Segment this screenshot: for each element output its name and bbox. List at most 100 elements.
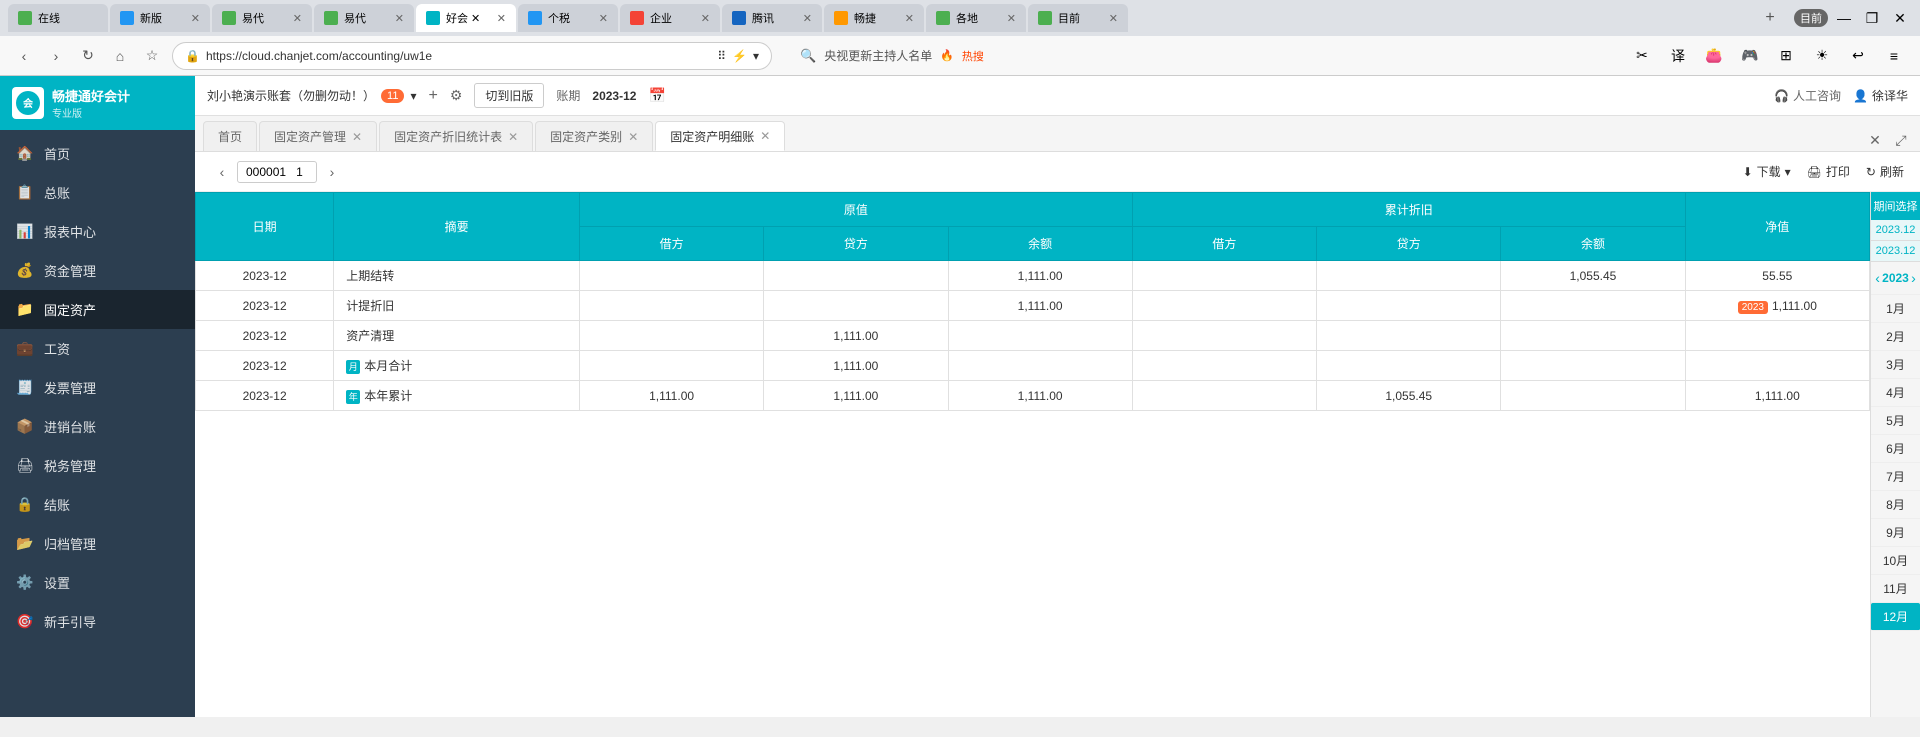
account-selector[interactable]: 刘小艳演示账套（勿删勿动！） 11 ▾: [207, 87, 416, 104]
cell-accum-debit-0: [1132, 261, 1316, 291]
browser-tab-5[interactable]: 个税✕: [518, 4, 618, 32]
restore-button[interactable]: ❐: [1860, 6, 1884, 30]
period-month-6[interactable]: 6月: [1871, 435, 1920, 463]
tab-close-6[interactable]: ✕: [701, 12, 710, 25]
tab-close-9[interactable]: ✕: [1007, 12, 1016, 25]
undo-icon[interactable]: ↩: [1844, 42, 1872, 70]
browser-tab-8[interactable]: 畅捷✕: [824, 4, 924, 32]
sidebar-header: 会 畅捷通好会计 专业版: [0, 76, 195, 130]
th-accum-credit: 贷方: [1317, 227, 1501, 261]
page-tab-3[interactable]: 固定资产类别✕: [535, 121, 653, 151]
url-bar[interactable]: 🔒 https://cloud.chanjet.com/accounting/u…: [172, 42, 772, 70]
sidebar-icon-2: 📊: [16, 223, 34, 241]
refresh-button[interactable]: ↻ 刷新: [1866, 163, 1904, 180]
download-button[interactable]: ⬇ 下载 ▾: [1743, 163, 1791, 180]
add-account-button[interactable]: +: [428, 87, 437, 105]
page-tab-0[interactable]: 首页: [203, 121, 257, 151]
forward-button[interactable]: ›: [44, 44, 68, 68]
tab-close-5[interactable]: ✕: [599, 12, 608, 25]
refresh-browser-button[interactable]: ↻: [76, 44, 100, 68]
period-month-12[interactable]: 12月: [1871, 603, 1920, 631]
period-month-11[interactable]: 11月: [1871, 575, 1920, 603]
scissors-icon[interactable]: ✂: [1628, 42, 1656, 70]
browser-tab-7[interactable]: 腾讯✕: [722, 4, 822, 32]
browser-tab-6[interactable]: 企业✕: [620, 4, 720, 32]
sidebar-icon-11: ⚙️: [16, 574, 34, 592]
account-code-input[interactable]: 000001 1: [237, 161, 317, 183]
brightness-icon[interactable]: ☀: [1808, 42, 1836, 70]
page-tab-close-2[interactable]: ✕: [508, 130, 518, 144]
prev-year-button[interactable]: ‹: [1875, 268, 1880, 288]
sidebar-item-新手引导[interactable]: 🎯 新手引导: [0, 602, 195, 641]
page-tab-2[interactable]: 固定资产折旧统计表✕: [379, 121, 533, 151]
sidebar-item-工资[interactable]: 💼 工资: [0, 329, 195, 368]
browser-tab-1[interactable]: 新版✕: [110, 4, 210, 32]
game-icon[interactable]: 🎮: [1736, 42, 1764, 70]
sidebar-item-归档管理[interactable]: 📂 归档管理: [0, 524, 195, 563]
cell-orig-credit-2: 1,111.00: [764, 321, 948, 351]
sidebar-item-结账[interactable]: 🔒 结账: [0, 485, 195, 524]
prev-account-button[interactable]: ‹: [211, 161, 233, 183]
tab-close-2[interactable]: ✕: [293, 12, 302, 25]
browser-tab-9[interactable]: 各地✕: [926, 4, 1026, 32]
print-button[interactable]: 🖨 打印: [1807, 163, 1850, 180]
next-year-button[interactable]: ›: [1911, 268, 1916, 288]
tab-close-10[interactable]: ✕: [1109, 12, 1118, 25]
tab-close-8[interactable]: ✕: [905, 12, 914, 25]
period-month-4[interactable]: 4月: [1871, 379, 1920, 407]
tab-close-1[interactable]: ✕: [191, 12, 200, 25]
sidebar-item-发票管理[interactable]: 🧾 发票管理: [0, 368, 195, 407]
tab-close-7[interactable]: ✕: [803, 12, 812, 25]
support-button[interactable]: 🎧 人工咨询: [1774, 87, 1841, 104]
period-label: 账期: [556, 87, 580, 104]
grid-icon[interactable]: ⊞: [1772, 42, 1800, 70]
sidebar-item-首页[interactable]: 🏠 首页: [0, 134, 195, 173]
browser-tab-4[interactable]: 好会 ✕✕: [416, 4, 516, 32]
dropdown-icon[interactable]: ▾: [753, 49, 759, 63]
account-dropdown-icon[interactable]: ▾: [410, 89, 416, 103]
menu-icon[interactable]: ≡: [1880, 42, 1908, 70]
sidebar-label-11: 设置: [44, 573, 70, 592]
back-button[interactable]: ‹: [12, 44, 36, 68]
tab-close-4[interactable]: ✕: [497, 12, 506, 25]
period-month-10[interactable]: 10月: [1871, 547, 1920, 575]
browser-tab-0[interactable]: 在线: [8, 4, 108, 32]
translate-icon[interactable]: 译: [1664, 42, 1692, 70]
next-account-button[interactable]: ›: [321, 161, 343, 183]
sidebar-item-进销台账[interactable]: 📦 进销台账: [0, 407, 195, 446]
page-tab-close-3[interactable]: ✕: [628, 130, 638, 144]
page-tab-1[interactable]: 固定资产管理✕: [259, 121, 377, 151]
close-window-button[interactable]: ✕: [1888, 6, 1912, 30]
period-month-9[interactable]: 9月: [1871, 519, 1920, 547]
page-tab-4[interactable]: 固定资产明细账✕: [655, 121, 785, 151]
close-tab-button[interactable]: ✕: [1864, 129, 1886, 151]
switch-version-button[interactable]: 切到旧版: [474, 83, 544, 108]
new-tab-button[interactable]: +: [1756, 4, 1784, 32]
expand-tab-button[interactable]: ⤢: [1890, 129, 1912, 151]
bookmark-button[interactable]: ☆: [140, 44, 164, 68]
sidebar-item-总账[interactable]: 📋 总账: [0, 173, 195, 212]
period-month-1[interactable]: 1月: [1871, 295, 1920, 323]
sidebar-item-设置[interactable]: ⚙️ 设置: [0, 563, 195, 602]
home-browser-button[interactable]: ⌂: [108, 44, 132, 68]
page-tab-close-4[interactable]: ✕: [760, 129, 770, 143]
tab-close-3[interactable]: ✕: [395, 12, 404, 25]
sidebar-item-税务管理[interactable]: 🖨 税务管理: [0, 446, 195, 485]
browser-tab-2[interactable]: 易代✕: [212, 4, 312, 32]
browser-tab-10[interactable]: 目前✕: [1028, 4, 1128, 32]
period-month-2[interactable]: 2月: [1871, 323, 1920, 351]
browser-tab-3[interactable]: 易代✕: [314, 4, 414, 32]
period-month-5[interactable]: 5月: [1871, 407, 1920, 435]
settings-icon[interactable]: ⚙: [450, 87, 463, 104]
sidebar-item-资金管理[interactable]: 💰 资金管理: [0, 251, 195, 290]
address-bar: ‹ › ↻ ⌂ ☆ 🔒 https://cloud.chanjet.com/ac…: [0, 36, 1920, 76]
sidebar-item-报表中心[interactable]: 📊 报表中心: [0, 212, 195, 251]
period-month-3[interactable]: 3月: [1871, 351, 1920, 379]
period-month-7[interactable]: 7月: [1871, 463, 1920, 491]
period-month-8[interactable]: 8月: [1871, 491, 1920, 519]
page-tab-close-1[interactable]: ✕: [352, 130, 362, 144]
wallet-icon[interactable]: 👛: [1700, 42, 1728, 70]
sidebar-item-固定资产[interactable]: 📁 固定资产: [0, 290, 195, 329]
calendar-icon[interactable]: 📅: [648, 87, 665, 104]
minimize-button[interactable]: —: [1832, 6, 1856, 30]
